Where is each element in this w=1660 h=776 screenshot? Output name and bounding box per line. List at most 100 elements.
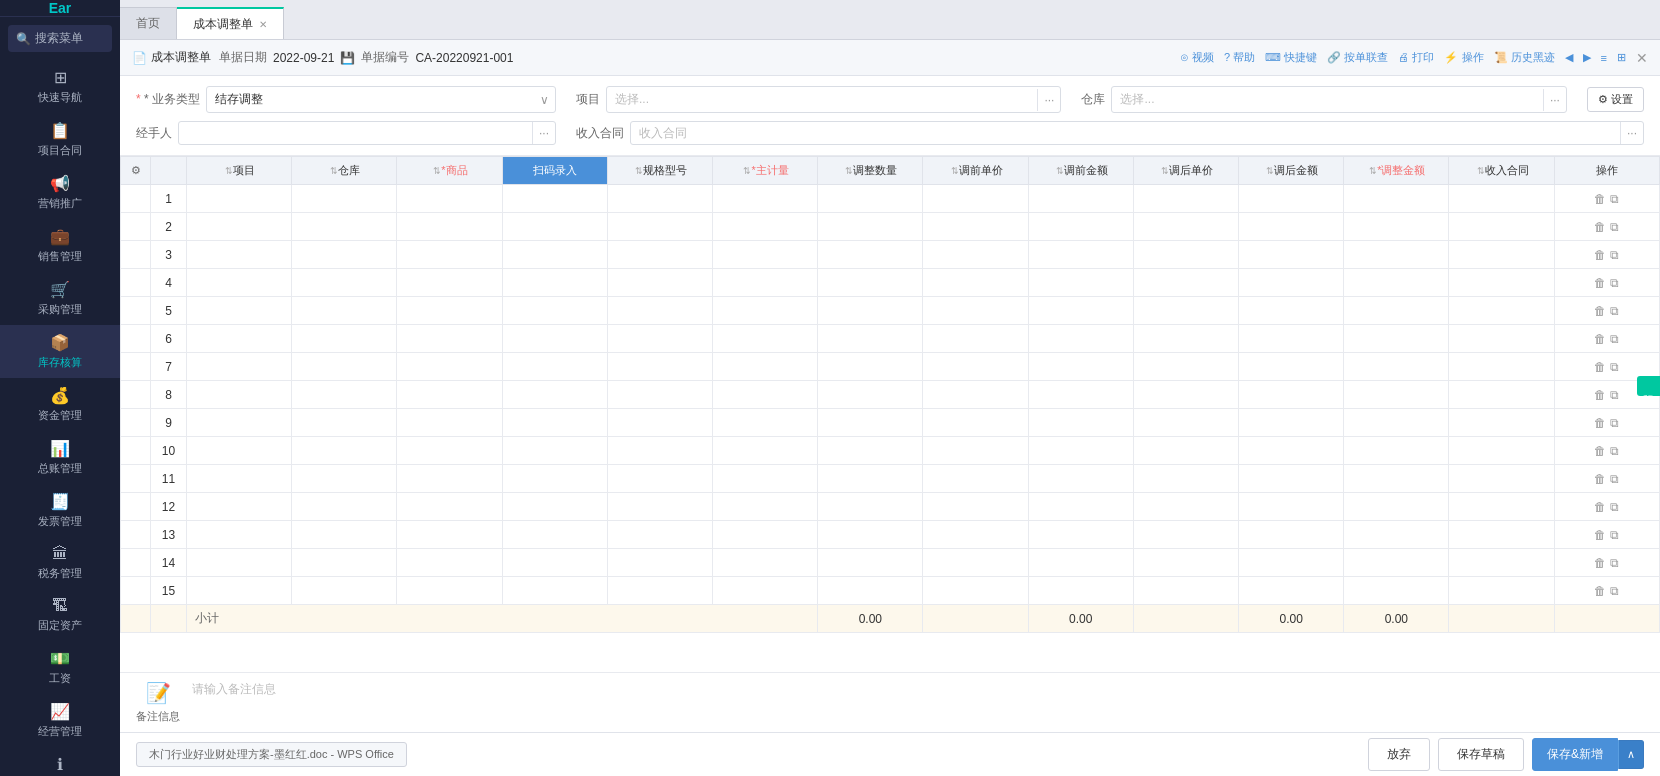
row-product-cell[interactable] (397, 213, 502, 241)
row-amount-after-cell[interactable] (1239, 269, 1344, 297)
row-qty-cell[interactable] (818, 269, 923, 297)
row-income-contract-cell[interactable] (1449, 493, 1554, 521)
row-amount-after-cell[interactable] (1239, 297, 1344, 325)
row-qty-cell[interactable] (818, 549, 923, 577)
row-amount-after-cell[interactable] (1239, 465, 1344, 493)
row-delete-icon[interactable]: 🗑 (1594, 444, 1606, 458)
row-amount-after-cell[interactable] (1239, 241, 1344, 269)
row-amount-after-cell[interactable] (1239, 493, 1344, 521)
sidebar-item-finance[interactable]: 💰 资金管理 (0, 378, 120, 431)
row-scan-cell[interactable] (502, 269, 607, 297)
row-delete-icon[interactable]: 🗑 (1594, 528, 1606, 542)
row-copy-icon[interactable]: ⧉ (1610, 584, 1619, 598)
row-project-cell[interactable] (187, 549, 292, 577)
sidebar-item-project-contract[interactable]: 📋 项目合同 (0, 113, 120, 166)
action-video[interactable]: ⊙ 视频 (1180, 50, 1214, 65)
row-delete-icon[interactable]: 🗑 (1594, 472, 1606, 486)
row-product-cell[interactable] (397, 549, 502, 577)
sidebar-item-quick-nav[interactable]: ⊞ 快速导航 (0, 60, 120, 113)
row-price-after-cell[interactable] (1133, 549, 1238, 577)
save-new-arrow-button[interactable]: ∧ (1618, 740, 1644, 769)
row-price-after-cell[interactable] (1133, 185, 1238, 213)
row-price-after-cell[interactable] (1133, 297, 1238, 325)
row-warehouse-cell[interactable] (292, 241, 397, 269)
row-delete-icon[interactable]: 🗑 (1594, 276, 1606, 290)
row-price-after-cell[interactable] (1133, 325, 1238, 353)
row-project-cell[interactable] (187, 269, 292, 297)
row-adjust-cell[interactable] (1344, 381, 1449, 409)
row-copy-icon[interactable]: ⧉ (1610, 556, 1619, 570)
row-warehouse-cell[interactable] (292, 577, 397, 605)
row-amount-before-cell[interactable] (1028, 577, 1133, 605)
row-product-cell[interactable] (397, 297, 502, 325)
row-scan-cell[interactable] (502, 325, 607, 353)
row-scan-cell[interactable] (502, 437, 607, 465)
row-copy-icon[interactable]: ⧉ (1610, 388, 1619, 402)
row-spec-cell[interactable] (607, 185, 712, 213)
row-project-cell[interactable] (187, 493, 292, 521)
row-adjust-cell[interactable] (1344, 241, 1449, 269)
row-price-after-cell[interactable] (1133, 241, 1238, 269)
row-qty-cell[interactable] (818, 241, 923, 269)
row-warehouse-cell[interactable] (292, 213, 397, 241)
search-menu-button[interactable]: 🔍 搜索菜单 (8, 25, 112, 52)
project-more-icon[interactable]: ··· (1037, 89, 1060, 111)
row-price-before-cell[interactable] (923, 521, 1028, 549)
table-settings-icon[interactable]: ⚙ (131, 164, 141, 176)
row-adjust-cell[interactable] (1344, 493, 1449, 521)
row-project-cell[interactable] (187, 325, 292, 353)
row-project-cell[interactable] (187, 381, 292, 409)
row-price-before-cell[interactable] (923, 325, 1028, 353)
row-amount-after-cell[interactable] (1239, 409, 1344, 437)
sidebar-item-inventory[interactable]: 📦 库存核算 (0, 325, 120, 378)
project-value[interactable]: 选择... (607, 87, 1037, 112)
row-copy-icon[interactable]: ⧉ (1610, 360, 1619, 374)
row-spec-cell[interactable] (607, 269, 712, 297)
row-price-after-cell[interactable] (1133, 493, 1238, 521)
row-adjust-cell[interactable] (1344, 297, 1449, 325)
row-income-contract-cell[interactable] (1449, 577, 1554, 605)
row-price-after-cell[interactable] (1133, 409, 1238, 437)
row-product-cell[interactable] (397, 409, 502, 437)
row-spec-cell[interactable] (607, 521, 712, 549)
row-scan-cell[interactable] (502, 381, 607, 409)
row-spec-cell[interactable] (607, 297, 712, 325)
row-project-cell[interactable] (187, 465, 292, 493)
row-income-contract-cell[interactable] (1449, 521, 1554, 549)
row-price-before-cell[interactable] (923, 353, 1028, 381)
row-warehouse-cell[interactable] (292, 185, 397, 213)
row-copy-icon[interactable]: ⧉ (1610, 444, 1619, 458)
row-adjust-cell[interactable] (1344, 325, 1449, 353)
sidebar-item-sales-mgmt[interactable]: 💼 销售管理 (0, 219, 120, 272)
row-warehouse-cell[interactable] (292, 325, 397, 353)
row-unit-cell[interactable] (713, 241, 818, 269)
window-close-icon[interactable]: ✕ (1636, 50, 1648, 66)
row-scan-cell[interactable] (502, 185, 607, 213)
sidebar-item-payroll[interactable]: 💵 工资 (0, 641, 120, 694)
row-amount-after-cell[interactable] (1239, 185, 1344, 213)
row-spec-cell[interactable] (607, 549, 712, 577)
row-amount-after-cell[interactable] (1239, 437, 1344, 465)
row-income-contract-cell[interactable] (1449, 213, 1554, 241)
row-delete-icon[interactable]: 🗑 (1594, 388, 1606, 402)
row-warehouse-cell[interactable] (292, 465, 397, 493)
row-spec-cell[interactable] (607, 409, 712, 437)
notes-input[interactable] (192, 681, 1644, 721)
save-draft-button[interactable]: 保存草稿 (1438, 738, 1524, 771)
row-delete-icon[interactable]: 🗑 (1594, 584, 1606, 598)
tab-cost-adjust[interactable]: 成本调整单 ✕ (177, 7, 284, 39)
row-spec-cell[interactable] (607, 325, 712, 353)
tab-home[interactable]: 首页 (120, 7, 177, 39)
row-adjust-cell[interactable] (1344, 577, 1449, 605)
row-spec-cell[interactable] (607, 353, 712, 381)
action-help[interactable]: ? 帮助 (1224, 50, 1255, 65)
row-scan-cell[interactable] (502, 241, 607, 269)
row-scan-cell[interactable] (502, 465, 607, 493)
row-amount-before-cell[interactable] (1028, 521, 1133, 549)
row-price-after-cell[interactable] (1133, 465, 1238, 493)
row-amount-after-cell[interactable] (1239, 577, 1344, 605)
row-delete-icon[interactable]: 🗑 (1594, 304, 1606, 318)
list-view-icon[interactable]: ≡ (1601, 52, 1607, 64)
row-warehouse-cell[interactable] (292, 521, 397, 549)
row-copy-icon[interactable]: ⧉ (1610, 500, 1619, 514)
